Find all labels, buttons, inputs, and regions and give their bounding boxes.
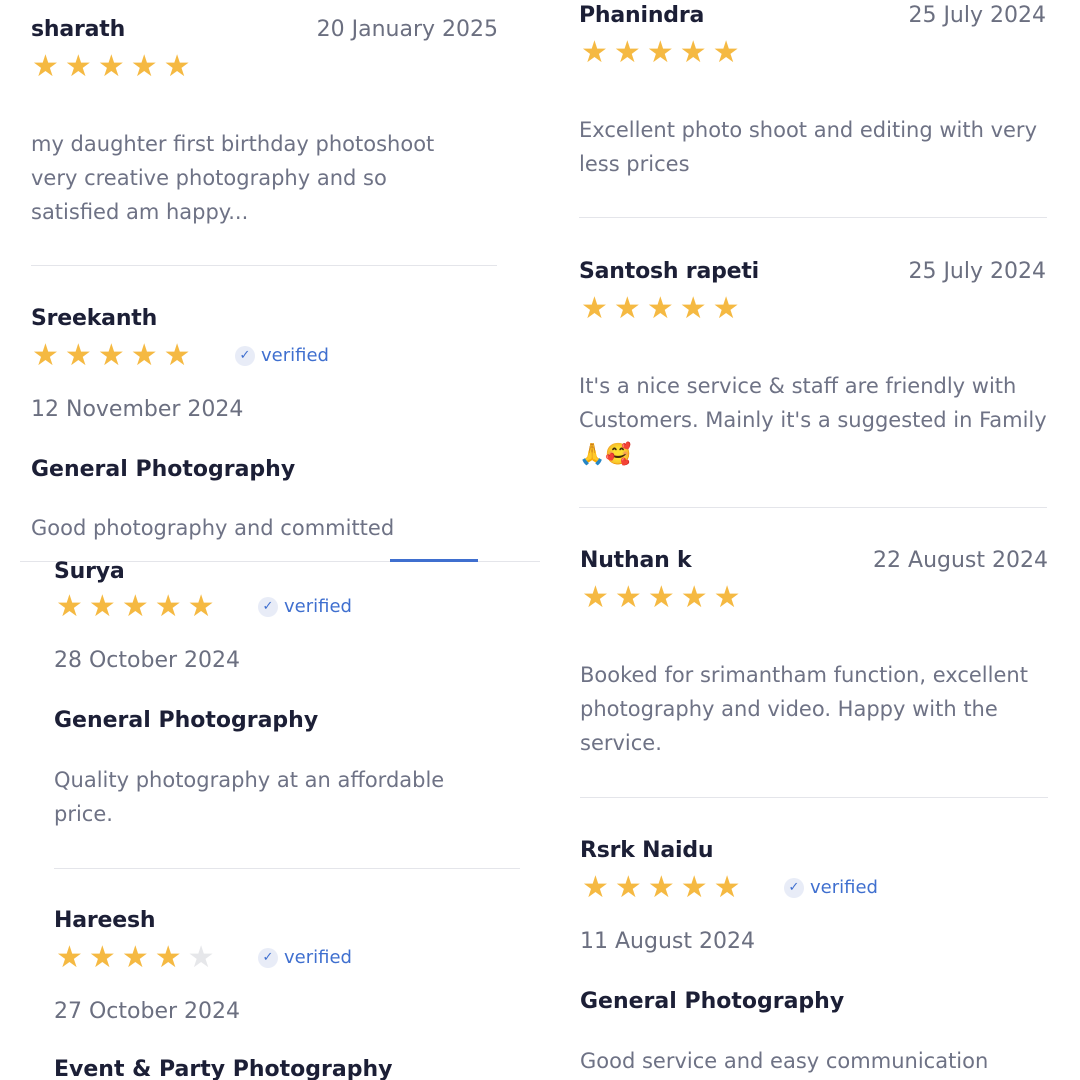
verified-badge: ✓ verified — [784, 877, 878, 898]
review-category: General Photography — [31, 457, 296, 482]
verified-check-icon: ✓ — [258, 596, 278, 617]
review-category: Event & Party Photography — [54, 1057, 393, 1080]
verified-check-icon: ✓ — [235, 345, 255, 366]
star-icon: ★ — [647, 870, 675, 905]
review-date: 20 January 2025 — [316, 17, 498, 42]
star-icon: ★ — [582, 870, 609, 905]
star-icon: ★ — [97, 49, 125, 84]
review-date: 11 August 2024 — [580, 929, 755, 954]
star-icon: ★ — [97, 338, 125, 373]
review-text: Excellent photo shoot and editing with v… — [579, 118, 1037, 176]
review-date: 25 July 2024 — [908, 3, 1046, 28]
star-icon: ★ — [614, 870, 642, 905]
review-divider — [31, 265, 497, 266]
verified-label: verified — [284, 947, 352, 968]
verified-check-icon: ✓ — [784, 877, 804, 898]
star-icon: ★ — [646, 35, 674, 70]
review-date: 25 July 2024 — [908, 259, 1046, 284]
star-icon: ★ — [713, 580, 741, 615]
review-text: It's a nice service & staff are friendly… — [579, 374, 1047, 466]
reviewer-name: sharath — [31, 17, 126, 42]
review-text: Good photography and committed — [31, 516, 395, 540]
star-icon: ★ — [679, 35, 707, 70]
star-icon: ★ — [613, 291, 641, 326]
star-icon: ★ — [130, 338, 158, 373]
review-date: 28 October 2024 — [54, 648, 241, 673]
right-panel: Phanindra 25 July 2024 ★ ★ ★ ★ ★ Excellent p… — [540, 0, 1080, 1080]
star-rating: ★ ★ ★ ★ ★ — [56, 592, 215, 622]
review-category: General Photography — [580, 989, 845, 1014]
star-icon: ★ — [680, 580, 708, 615]
star-icon: ★ — [130, 49, 158, 84]
review-text: Quality photography at an affordable pri… — [54, 768, 445, 826]
reviewer-name: Hareesh — [54, 908, 156, 933]
review-divider — [579, 217, 1047, 218]
star-rating: ★ ★ ★ ★ ★ — [582, 873, 741, 903]
star-icon: ★ — [163, 49, 191, 84]
star-icon: ★ — [56, 940, 83, 975]
star-icon: ★ — [647, 580, 675, 615]
review-date: 12 November 2024 — [31, 397, 244, 422]
review-date: 22 August 2024 — [873, 548, 1048, 573]
reviewer-name: Sreekanth — [31, 306, 158, 331]
verified-badge: ✓ verified — [258, 596, 352, 617]
reviewer-name: Surya — [54, 559, 125, 584]
left-bottom-panel: Surya ★ ★ ★ ★ ★ ✓ verified 28 October 2024 G… — [0, 540, 540, 1080]
verified-label: verified — [261, 345, 329, 366]
star-icon: ★ — [88, 940, 116, 975]
scroll-indicator — [390, 559, 478, 562]
star-icon: ★ — [646, 291, 674, 326]
star-icon: ★ — [121, 589, 149, 624]
star-rating: ★ ★ ★ ★ ★ — [582, 583, 741, 613]
verified-label: verified — [810, 877, 878, 898]
verified-check-icon: ✓ — [258, 947, 278, 968]
reviewer-name: Rsrk Naidu — [580, 838, 714, 863]
star-rating: ★ ★ ★ ★ ★ — [32, 52, 191, 82]
star-icon: ★ — [64, 49, 92, 84]
star-rating: ★ ★ ★ ★ ★ — [581, 294, 740, 324]
star-icon: ★ — [712, 291, 740, 326]
star-rating: ★ ★ ★ ★ ★ — [56, 943, 215, 973]
star-icon: ★ — [32, 338, 59, 373]
star-icon: ★ — [163, 338, 191, 373]
star-icon: ★ — [614, 580, 642, 615]
review-divider — [579, 507, 1047, 508]
star-icon: ★ — [187, 589, 215, 624]
review-text: Booked for srimantham function, excellen… — [580, 663, 1028, 755]
review-divider — [54, 868, 520, 869]
review-date: 27 October 2024 — [54, 999, 241, 1024]
star-icon: ★ — [32, 49, 59, 84]
star-icon: ★ — [56, 589, 83, 624]
star-icon: ★ — [154, 589, 182, 624]
star-rating: ★ ★ ★ ★ ★ — [581, 38, 740, 68]
star-icon: ★ — [582, 580, 609, 615]
star-icon: ★ — [613, 35, 641, 70]
star-icon: ★ — [88, 589, 116, 624]
star-icon: ★ — [581, 35, 608, 70]
verified-badge: ✓ verified — [235, 345, 329, 366]
reviewer-name: Santosh rapeti — [579, 259, 760, 284]
reviewer-name: Phanindra — [579, 3, 705, 28]
star-icon: ★ — [712, 35, 740, 70]
verified-badge: ✓ verified — [258, 947, 352, 968]
star-icon: ★ — [64, 338, 92, 373]
star-rating: ★ ★ ★ ★ ★ — [32, 341, 191, 371]
left-top-panel: sharath 20 January 2025 ★ ★ ★ ★ ★ my daughte… — [0, 0, 540, 540]
review-text: Good service and easy communication — [580, 1049, 989, 1073]
star-icon: ★ — [680, 870, 708, 905]
review-category: General Photography — [54, 708, 319, 733]
star-icon: ★ — [679, 291, 707, 326]
star-icon: ★ — [713, 870, 741, 905]
star-icon: ★ — [121, 940, 149, 975]
star-icon: ★ — [187, 940, 215, 975]
review-divider — [580, 797, 1048, 798]
review-text: my daughter first birthday photoshoot ve… — [31, 132, 435, 224]
verified-label: verified — [284, 596, 352, 617]
reviewer-name: Nuthan k — [580, 548, 692, 573]
star-icon: ★ — [154, 940, 182, 975]
star-icon: ★ — [581, 291, 608, 326]
